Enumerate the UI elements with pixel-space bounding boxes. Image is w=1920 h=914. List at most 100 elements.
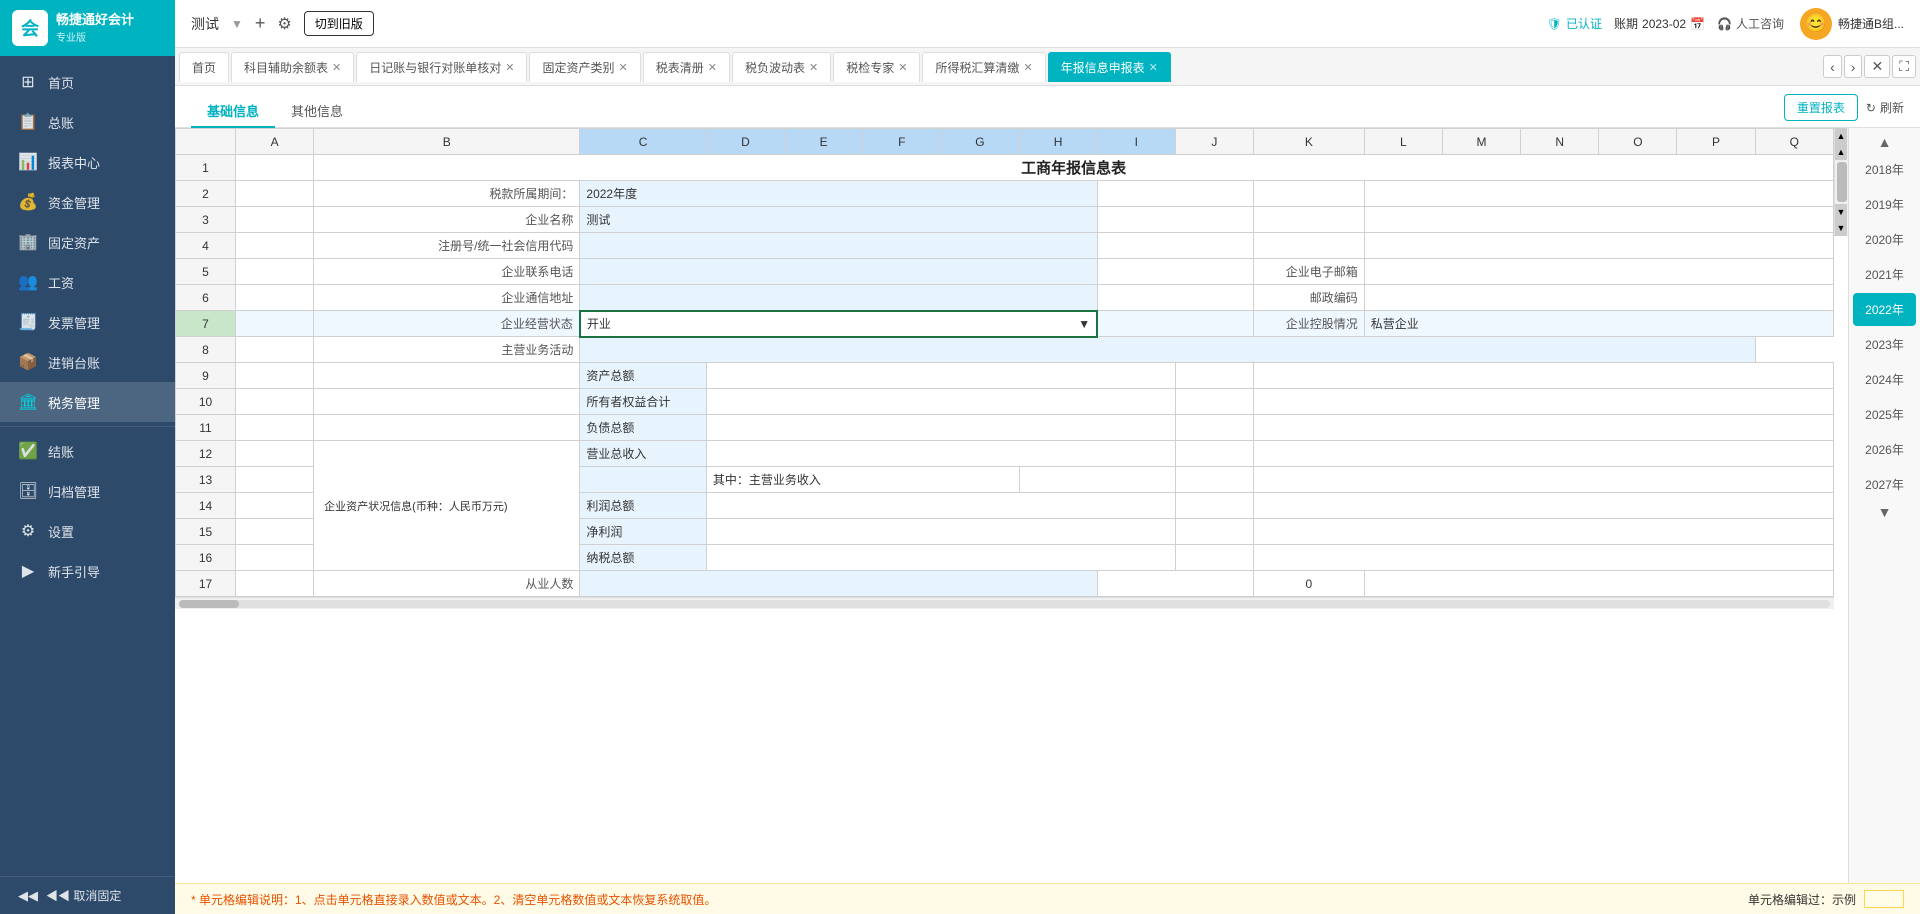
cell[interactable] xyxy=(1254,415,1834,441)
reset-report-button[interactable]: 重置报表 xyxy=(1784,94,1858,121)
tab-tax-forms[interactable]: 税表清册 ✕ xyxy=(643,52,730,82)
consult-button[interactable]: 🎧 人工咨询 xyxy=(1717,15,1784,32)
cell[interactable] xyxy=(1254,181,1365,207)
cell[interactable] xyxy=(1364,259,1833,285)
cell[interactable] xyxy=(580,233,1097,259)
cell[interactable]: 注册号/统一社会信用代码 xyxy=(314,233,580,259)
cell[interactable] xyxy=(1175,545,1253,571)
cell[interactable] xyxy=(1175,389,1253,415)
cell[interactable] xyxy=(236,363,314,389)
cell[interactable] xyxy=(314,415,580,441)
cell[interactable] xyxy=(1175,441,1253,467)
vertical-scrollbar[interactable]: ▲ ▲ ▼ ▼ xyxy=(1834,128,1848,236)
tab-close-icon[interactable]: ✕ xyxy=(809,61,818,74)
scroll-up-fast-button[interactable]: ▲ xyxy=(1835,144,1847,160)
year-item-2027[interactable]: 2027年 xyxy=(1853,468,1916,501)
cell[interactable]: 利润总额 xyxy=(580,493,706,519)
cell[interactable] xyxy=(580,259,1097,285)
cell[interactable] xyxy=(1364,233,1833,259)
cell[interactable]: 企业资产状况信息(币种：人民币万元) xyxy=(314,441,580,571)
cell[interactable] xyxy=(236,181,314,207)
year-item-2025[interactable]: 2025年 xyxy=(1853,398,1916,431)
cell[interactable] xyxy=(314,363,580,389)
year-item-2024[interactable]: 2024年 xyxy=(1853,363,1916,396)
cell[interactable] xyxy=(236,441,314,467)
tab-close-icon[interactable]: ✕ xyxy=(505,61,514,74)
cell[interactable] xyxy=(706,545,1175,571)
cell[interactable] xyxy=(1254,207,1365,233)
cell[interactable] xyxy=(1254,519,1834,545)
cell[interactable]: 企业电子邮箱 xyxy=(1254,259,1365,285)
year-scroll-down-button[interactable]: ▼ xyxy=(1878,504,1892,520)
cell[interactable]: 0 xyxy=(1254,571,1365,597)
cell[interactable] xyxy=(1175,519,1253,545)
cell[interactable]: 主营业务活动 xyxy=(314,337,580,363)
cell[interactable]: 测试 xyxy=(580,207,1097,233)
cell[interactable] xyxy=(706,441,1175,467)
cell[interactable] xyxy=(1364,181,1833,207)
cell[interactable] xyxy=(580,571,1097,597)
cell-title[interactable]: 工商年报信息表 xyxy=(314,155,1834,181)
scroll-up-button[interactable]: ▲ xyxy=(1835,128,1847,144)
cell[interactable]: 企业通信地址 xyxy=(314,285,580,311)
year-item-2022[interactable]: 2022年 xyxy=(1853,293,1916,326)
sidebar-item-purchase-sales[interactable]: 📦 进销台账 xyxy=(0,342,175,382)
cell[interactable] xyxy=(236,493,314,519)
sidebar-item-settings[interactable]: ⚙ 设置 xyxy=(0,511,175,551)
cell[interactable] xyxy=(1097,181,1253,207)
year-item-2026[interactable]: 2026年 xyxy=(1853,433,1916,466)
horizontal-scrollbar[interactable] xyxy=(175,597,1834,609)
tab-tax-expert[interactable]: 税检专家 ✕ xyxy=(833,52,920,82)
cell[interactable] xyxy=(1097,207,1253,233)
year-item-2019[interactable]: 2019年 xyxy=(1853,188,1916,221)
cell[interactable] xyxy=(236,311,314,337)
cell[interactable] xyxy=(236,415,314,441)
switch-version-button[interactable]: 切到旧版 xyxy=(304,11,374,36)
tab-prev-button[interactable]: ‹ xyxy=(1823,55,1842,78)
cell[interactable] xyxy=(236,233,314,259)
cell[interactable] xyxy=(236,545,314,571)
cell[interactable] xyxy=(1019,467,1175,493)
cell-active-dropdown[interactable]: 开业 ▼ xyxy=(580,311,1097,337)
cell[interactable] xyxy=(236,571,314,597)
tab-close-icon[interactable]: ✕ xyxy=(1149,61,1158,74)
cell[interactable] xyxy=(706,389,1175,415)
cell[interactable] xyxy=(236,337,314,363)
cell[interactable] xyxy=(1175,493,1253,519)
sidebar-item-archive[interactable]: 🗄 归档管理 xyxy=(0,471,175,511)
tab-maximize-button[interactable]: ⛶ xyxy=(1892,55,1916,78)
cell[interactable] xyxy=(236,467,314,493)
tab-annual-report[interactable]: 年报信息申报表 ✕ xyxy=(1048,52,1171,82)
tab-income-tax[interactable]: 所得税汇算清缴 ✕ xyxy=(922,52,1045,82)
cell[interactable] xyxy=(580,337,1755,363)
cell[interactable] xyxy=(1254,441,1834,467)
cell[interactable] xyxy=(236,389,314,415)
tab-other-info[interactable]: 其他信息 xyxy=(275,95,359,128)
cell[interactable] xyxy=(1254,363,1834,389)
year-item-2020[interactable]: 2020年 xyxy=(1853,223,1916,256)
tab-journal[interactable]: 日记账与银行对账单核对 ✕ xyxy=(356,52,527,82)
cell[interactable] xyxy=(706,415,1175,441)
cell[interactable] xyxy=(1097,259,1253,285)
settings-gear-icon[interactable]: ⚙ xyxy=(277,14,291,34)
cell[interactable] xyxy=(1175,363,1253,389)
tab-close-icon[interactable]: ✕ xyxy=(1023,61,1032,74)
add-button[interactable]: + xyxy=(255,13,266,34)
year-item-2021[interactable]: 2021年 xyxy=(1853,258,1916,291)
dropdown-arrow-icon[interactable]: ▼ xyxy=(231,17,243,31)
cell[interactable] xyxy=(1254,467,1834,493)
sidebar-item-reports[interactable]: 📊 报表中心 xyxy=(0,142,175,182)
sidebar-item-home[interactable]: ⊞ 首页 xyxy=(0,62,175,102)
cell[interactable]: 从业人数 xyxy=(314,571,580,597)
cell[interactable] xyxy=(1254,233,1365,259)
cell[interactable] xyxy=(1175,415,1253,441)
tab-fixed-assets-cat[interactable]: 固定资产类别 ✕ xyxy=(529,52,640,82)
tab-tax-fluctuation[interactable]: 税负波动表 ✕ xyxy=(732,52,831,82)
cell[interactable]: 2022年度 xyxy=(580,181,1097,207)
cell[interactable]: 净利润 xyxy=(580,519,706,545)
cell[interactable] xyxy=(236,519,314,545)
cell[interactable] xyxy=(706,363,1175,389)
cell[interactable] xyxy=(1097,285,1253,311)
calendar-icon[interactable]: 📅 xyxy=(1690,17,1705,31)
cell[interactable] xyxy=(236,207,314,233)
